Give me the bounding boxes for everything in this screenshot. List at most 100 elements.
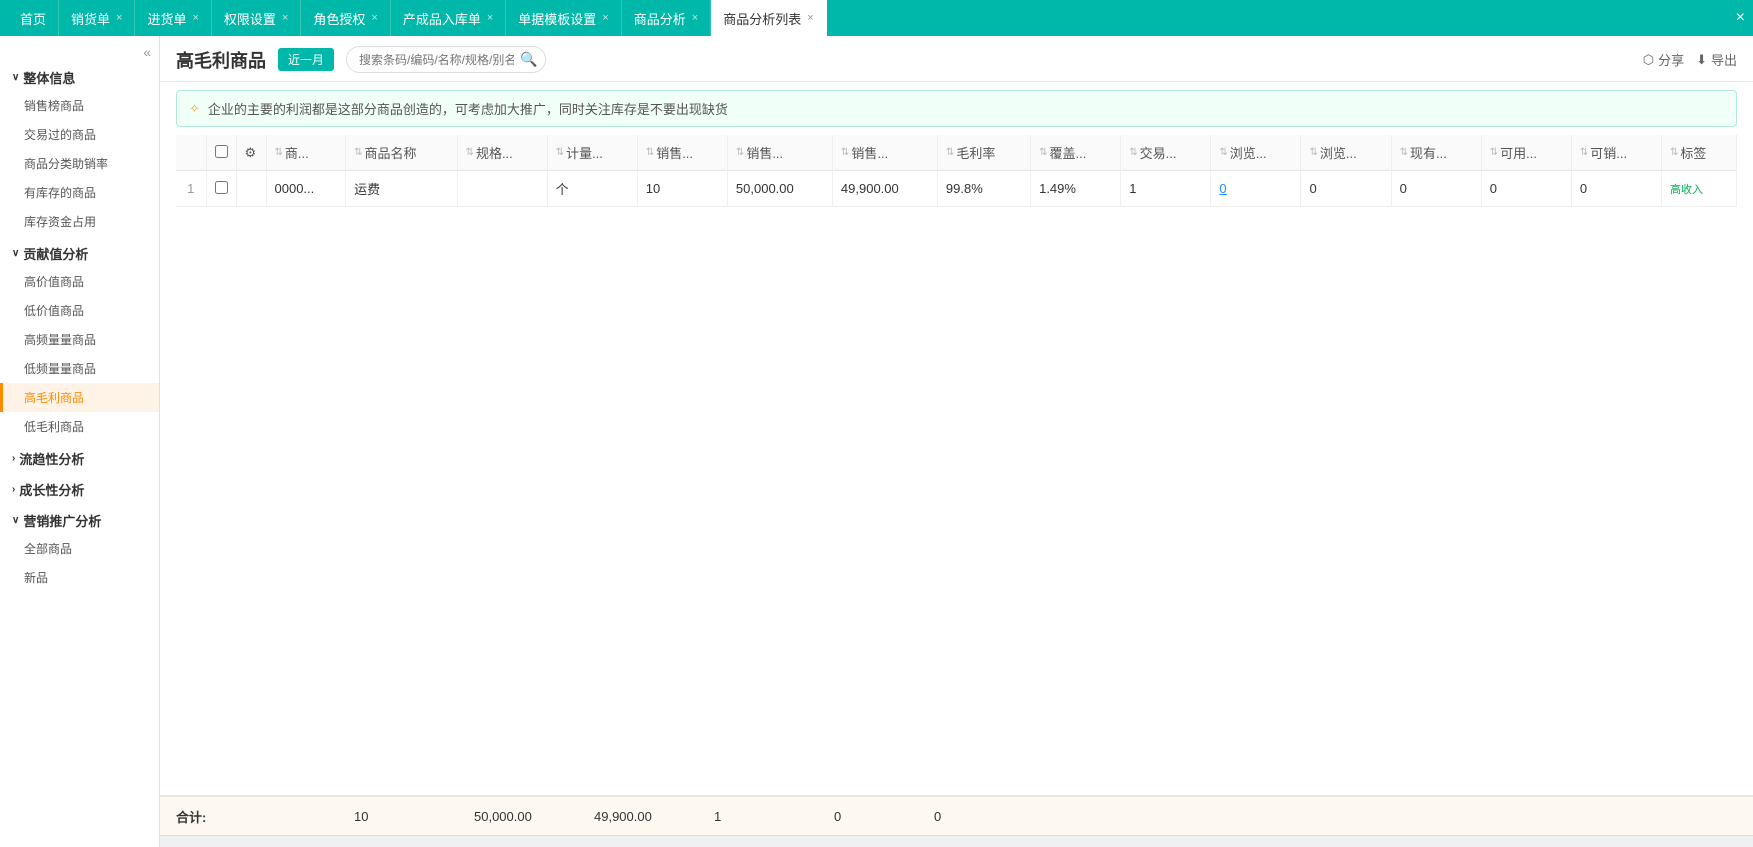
nav-tab-product-warehouse[interactable]: 产成品入库单×: [391, 0, 506, 36]
col-header-tag[interactable]: ⇅标签: [1661, 135, 1736, 171]
col-header-product-code[interactable]: ⇅商...: [266, 135, 346, 171]
nav-tab-sales-order[interactable]: 销货单×: [59, 0, 135, 36]
group-arrow-icon: ∨: [12, 72, 19, 83]
col-sort-icon: ⇅: [946, 147, 954, 158]
export-icon: ⬇: [1696, 52, 1707, 68]
sidebar-item-product-conversion[interactable]: 商品分类助销率: [0, 149, 159, 178]
nav-tab-purchase-order[interactable]: 进货单×: [135, 0, 211, 36]
col-label-available1: 现有...: [1410, 143, 1447, 162]
sidebar-item-new-products[interactable]: 新品: [0, 563, 159, 592]
sidebar-item-low-value[interactable]: 低价值商品: [0, 296, 159, 325]
cell-available1: 0: [1391, 171, 1481, 207]
nav-tab-product-analysis[interactable]: 商品分析×: [622, 0, 711, 36]
footer-total: 合计: 10 50,000.00 49,900.00 1 0 0: [160, 795, 1753, 835]
sidebar-item-all-products[interactable]: 全部商品: [0, 534, 159, 563]
sidebar: «∨整体信息销售榜商品交易过的商品商品分类助销率有库存的商品库存资金占用∨贡献值…: [0, 36, 160, 847]
col-header-sales-qty[interactable]: ⇅销售...: [637, 135, 727, 171]
sidebar-item-low-margin[interactable]: 低毛利商品: [0, 412, 159, 441]
share-button[interactable]: ⬡ 分享: [1643, 50, 1684, 69]
search-input[interactable]: [359, 53, 514, 67]
col-header-browse2[interactable]: ⇅浏览...: [1301, 135, 1391, 171]
cell-index: 1: [176, 171, 206, 207]
row-checkbox[interactable]: [215, 181, 228, 194]
col-label-product-name: 商品名称: [365, 143, 417, 162]
cell-sales-qty: 10: [637, 171, 727, 207]
horizontal-scrollbar[interactable]: [160, 835, 1753, 847]
close-tab-role-permissions[interactable]: ×: [371, 12, 377, 24]
col-header-transaction[interactable]: ⇅交易...: [1121, 135, 1211, 171]
sidebar-item-in-stock-products[interactable]: 有库存的商品: [0, 178, 159, 207]
cell-browse1[interactable]: 0: [1211, 171, 1301, 207]
group-label: 成长性分析: [19, 480, 84, 499]
col-label-margin-rate: 毛利率: [956, 143, 995, 162]
col-header-margin-rate[interactable]: ⇅毛利率: [937, 135, 1030, 171]
sidebar-item-traded-products[interactable]: 交易过的商品: [0, 120, 159, 149]
col-header-coverage[interactable]: ⇅覆盖...: [1031, 135, 1121, 171]
col-header-checkbox[interactable]: [206, 135, 236, 171]
col-sort-icon: ⇅: [1129, 147, 1137, 158]
sidebar-group-trend-analysis[interactable]: ›流趋性分析: [0, 441, 159, 472]
col-header-index[interactable]: [176, 135, 206, 171]
col-header-available1[interactable]: ⇅现有...: [1391, 135, 1481, 171]
sidebar-item-high-margin[interactable]: 高毛利商品: [0, 383, 159, 412]
col-header-browse1[interactable]: ⇅浏览...: [1211, 135, 1301, 171]
col-sort-icon: ⇅: [1580, 147, 1588, 158]
sidebar-item-high-freq[interactable]: 高频量量商品: [0, 325, 159, 354]
cell-spec: [457, 171, 547, 207]
col-sort-icon: ⇅: [466, 147, 474, 158]
cell-available2: 0: [1481, 171, 1571, 207]
col-sort-icon: ⇅: [1670, 147, 1678, 158]
search-icon[interactable]: 🔍: [520, 51, 537, 68]
table-container: ⚙⇅商...⇅商品名称⇅规格...⇅计量...⇅销售...⇅销售...⇅销售..…: [160, 135, 1753, 795]
nav-tab-template-settings[interactable]: 单据模板设置×: [506, 0, 621, 36]
cell-browse2: 0: [1301, 171, 1391, 207]
close-tab-purchase-order[interactable]: ×: [192, 12, 198, 24]
browse-link[interactable]: 0: [1219, 181, 1226, 196]
sidebar-group-marketing-analysis[interactable]: ∨营销推广分析: [0, 503, 159, 534]
close-tab-permission-settings[interactable]: ×: [282, 12, 288, 24]
col-sort-icon: ⇅: [646, 147, 654, 158]
page-title: 高毛利商品: [176, 47, 266, 73]
header-actions: ⬡ 分享 ⬇ 导出: [1643, 50, 1737, 69]
sidebar-item-high-value[interactable]: 高价值商品: [0, 267, 159, 296]
col-header-saleable[interactable]: ⇅可销...: [1571, 135, 1661, 171]
col-header-available2[interactable]: ⇅可用...: [1481, 135, 1571, 171]
footer-available1: 0: [826, 809, 926, 824]
col-label-sales-amount: 销售...: [746, 143, 783, 162]
col-header-product-name[interactable]: ⇅商品名称: [346, 135, 457, 171]
sidebar-group-financial-analysis[interactable]: ∨贡献值分析: [0, 236, 159, 267]
cell-transaction: 1: [1121, 171, 1211, 207]
tag-label: 高收入: [1670, 184, 1703, 196]
cell-tag: 高收入: [1661, 171, 1736, 207]
col-header-sales-profit[interactable]: ⇅销售...: [832, 135, 937, 171]
col-header-spec[interactable]: ⇅规格...: [457, 135, 547, 171]
close-tab-product-analysis[interactable]: ×: [692, 12, 698, 24]
nav-tab-home[interactable]: 首页: [8, 0, 59, 36]
col-header-unit[interactable]: ⇅计量...: [547, 135, 637, 171]
close-tab-product-warehouse[interactable]: ×: [487, 12, 493, 24]
cell-checkbox[interactable]: [206, 171, 236, 207]
content-header: 高毛利商品 近一月 🔍 ⬡ 分享 ⬇ 导出: [160, 36, 1753, 82]
sidebar-item-inventory-capital[interactable]: 库存资金占用: [0, 207, 159, 236]
close-all-tabs-button[interactable]: ×: [1736, 9, 1745, 27]
sidebar-group-overall-info[interactable]: ∨整体信息: [0, 60, 159, 91]
col-header-settings[interactable]: ⚙: [236, 135, 266, 171]
close-tab-sales-order[interactable]: ×: [116, 12, 122, 24]
col-header-sales-amount[interactable]: ⇅销售...: [727, 135, 832, 171]
col-label-saleable: 可销...: [1590, 143, 1627, 162]
select-all-checkbox[interactable]: [215, 145, 228, 158]
sidebar-item-low-freq[interactable]: 低频量量商品: [0, 354, 159, 383]
close-tab-template-settings[interactable]: ×: [602, 12, 608, 24]
share-icon: ⬡: [1643, 52, 1654, 68]
nav-tab-permission-settings[interactable]: 权限设置×: [212, 0, 301, 36]
period-button[interactable]: 近一月: [278, 48, 334, 71]
nav-tab-role-permissions[interactable]: 角色授权×: [301, 0, 390, 36]
sidebar-item-sales-ranking[interactable]: 销售榜商品: [0, 91, 159, 120]
nav-tab-product-analysis-list[interactable]: 商品分析列表×: [711, 0, 826, 36]
sidebar-collapse-button[interactable]: «: [0, 36, 159, 60]
footer-transaction: 1: [706, 809, 826, 824]
top-navigation: 首页销货单×进货单×权限设置×角色授权×产成品入库单×单据模板设置×商品分析×商…: [0, 0, 1753, 36]
close-tab-product-analysis-list[interactable]: ×: [807, 12, 813, 24]
export-button[interactable]: ⬇ 导出: [1696, 50, 1737, 69]
sidebar-group-growth-analysis[interactable]: ›成长性分析: [0, 472, 159, 503]
